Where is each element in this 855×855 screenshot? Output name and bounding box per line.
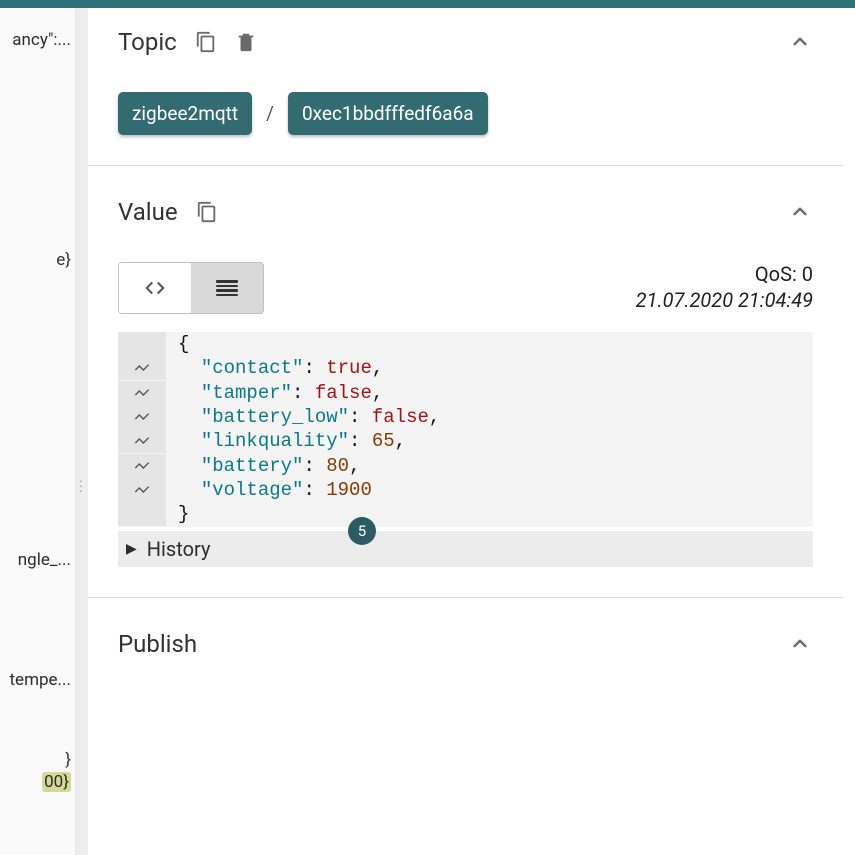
collapse-icon[interactable] bbox=[787, 29, 813, 55]
tree-row[interactable]: e} bbox=[0, 250, 75, 270]
topic-segment[interactable]: 0xec1bbdfffedf6a6a bbox=[288, 92, 488, 135]
value-panel: Value bbox=[88, 178, 843, 598]
tree-row[interactable]: 00} bbox=[0, 772, 75, 792]
raw-view-button[interactable] bbox=[119, 263, 191, 313]
copy-icon[interactable] bbox=[196, 201, 218, 223]
topic-panel: Topic zigbee2mqtt / 0xec1bbdfffedf6a bbox=[88, 8, 843, 166]
detail-scroll[interactable]: Topic zigbee2mqtt / 0xec1bbdfffedf6a bbox=[88, 8, 843, 855]
chart-icon[interactable] bbox=[118, 356, 166, 380]
delete-icon[interactable] bbox=[235, 31, 257, 53]
topic-separator: / bbox=[266, 102, 274, 125]
code-icon bbox=[142, 277, 168, 299]
expand-arrow-icon: ▶ bbox=[126, 541, 137, 557]
panel-title: Publish bbox=[118, 630, 197, 658]
panel-title: Value bbox=[118, 198, 178, 226]
lines-icon bbox=[216, 278, 238, 298]
drag-handle-icon: ··· bbox=[79, 480, 83, 495]
tree-row[interactable]: } bbox=[0, 750, 75, 770]
publish-panel: Publish bbox=[88, 610, 843, 738]
collapse-icon[interactable] bbox=[787, 199, 813, 225]
tree-row[interactable]: tempe... bbox=[0, 670, 75, 690]
formatted-view-button[interactable] bbox=[191, 263, 263, 313]
history-count-badge: 5 bbox=[348, 517, 376, 545]
topic-tree[interactable]: ancy":... e} ngle_... tempe... } 00} bbox=[0, 0, 76, 855]
history-toggle[interactable]: ▶ History 5 bbox=[118, 531, 813, 567]
pane-resizer[interactable]: ··· bbox=[76, 0, 88, 855]
json-payload: { "contact": true, "tamper": false, "bat… bbox=[118, 332, 813, 527]
chart-icon[interactable] bbox=[118, 405, 166, 429]
timestamp: 21.07.2020 21:04:49 bbox=[636, 288, 813, 312]
app-header-bar bbox=[0, 0, 855, 8]
chart-icon[interactable] bbox=[118, 454, 166, 478]
chart-icon[interactable] bbox=[118, 478, 166, 502]
topic-segment[interactable]: zigbee2mqtt bbox=[118, 92, 252, 135]
chart-icon[interactable] bbox=[118, 429, 166, 453]
history-label: History bbox=[147, 537, 211, 561]
chart-icon[interactable] bbox=[118, 381, 166, 405]
copy-icon[interactable] bbox=[195, 31, 217, 53]
tree-row[interactable]: ancy":... bbox=[0, 30, 75, 50]
tree-row[interactable]: ngle_... bbox=[0, 550, 75, 570]
topic-breadcrumb: zigbee2mqtt / 0xec1bbdfffedf6a6a bbox=[118, 92, 813, 135]
collapse-icon[interactable] bbox=[787, 631, 813, 657]
message-meta: QoS: 0 21.07.2020 21:04:49 bbox=[636, 262, 813, 312]
view-mode-toggle bbox=[118, 262, 264, 314]
qos-label: QoS: 0 bbox=[636, 262, 813, 286]
panel-title: Topic bbox=[118, 28, 177, 56]
